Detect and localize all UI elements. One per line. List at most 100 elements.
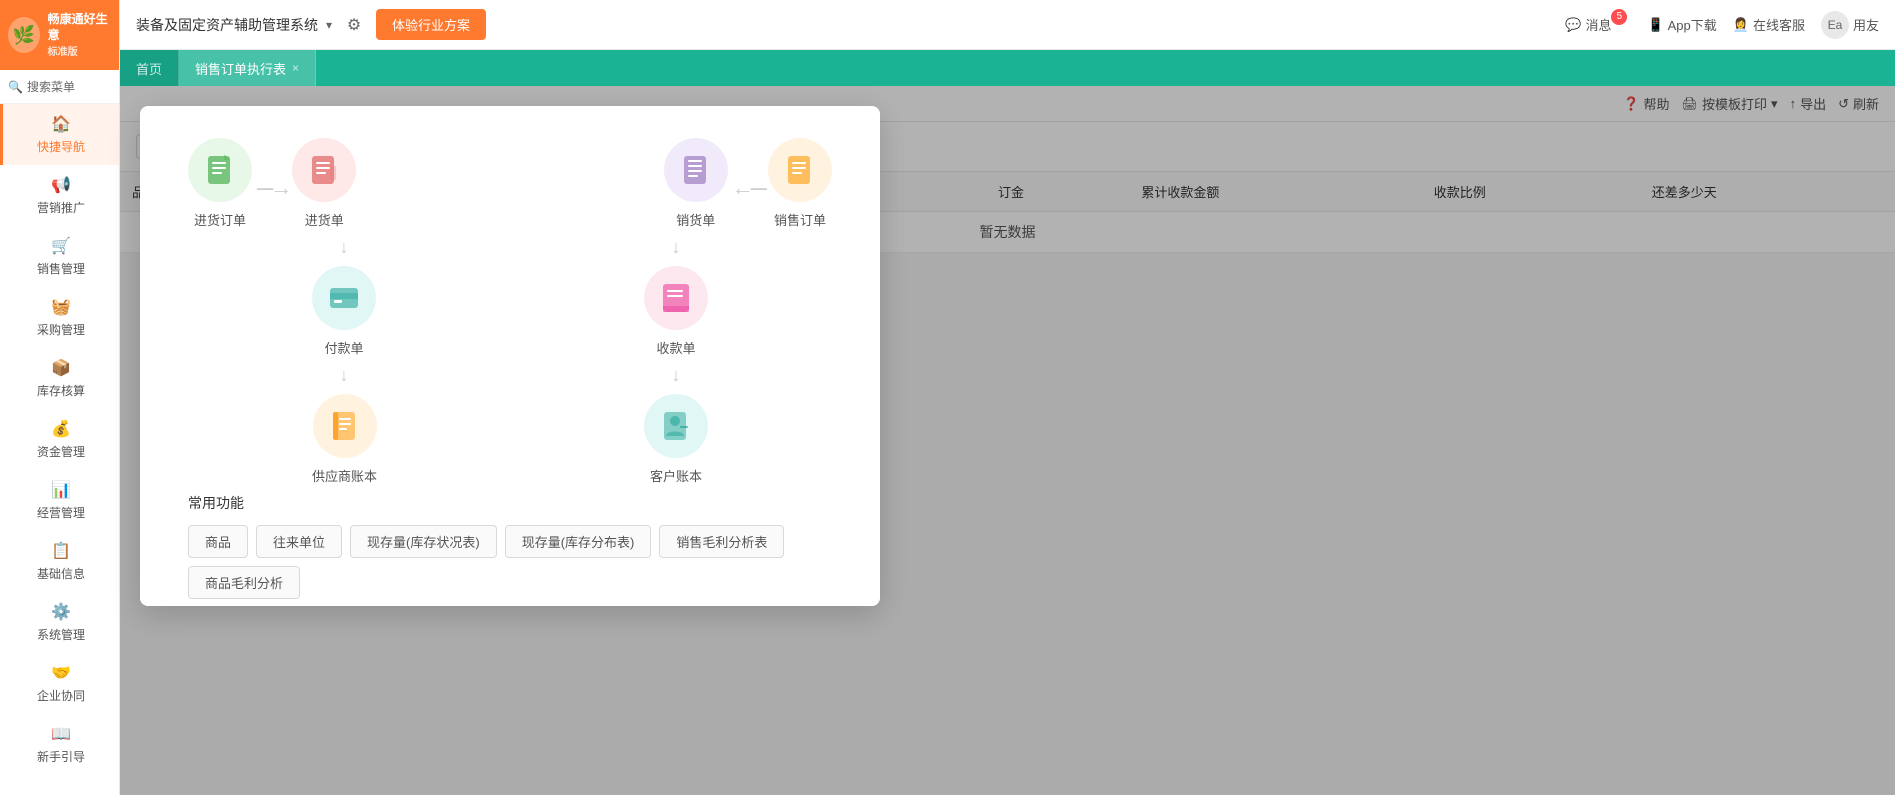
- flow-middle-row: 付款单 收款单: [188, 266, 832, 357]
- s3: [376, 365, 644, 386]
- s4: [708, 365, 768, 386]
- settings-gear-icon[interactable]: ⚙: [340, 11, 368, 39]
- sidebar-item-sales[interactable]: 🛒 销售管理: [0, 226, 119, 287]
- service-label: 在线客服: [1753, 15, 1805, 34]
- online-service-btn[interactable]: 👩‍💼 在线客服: [1733, 15, 1805, 34]
- basic-icon: 📋: [51, 541, 71, 561]
- topbar: 装备及固定资产辅助管理系统 ▾ ⚙ 体验行业方案 💬 消息 5 📱 App下载 …: [120, 0, 1895, 50]
- flow-item-sales-bill[interactable]: 销货单: [664, 138, 728, 229]
- flow-item-receipt[interactable]: 收款单: [644, 266, 708, 357]
- sidebar-item-enterprise[interactable]: 🤝 企业协同: [0, 653, 119, 714]
- enterprise-icon: 🤝: [51, 663, 71, 683]
- operation-icon: 📊: [51, 480, 71, 500]
- func-btn[interactable]: 商品毛利分析: [188, 566, 300, 599]
- func-buttons: 商品往来单位现存量(库存状况表)现存量(库存分布表)销售毛利分析表商品毛利分析: [188, 525, 832, 599]
- search-icon: 🔍: [8, 80, 23, 94]
- payment-label: 付款单: [324, 338, 363, 357]
- sidebar-item-label: 经营管理: [37, 504, 85, 521]
- download-icon: 📱: [1647, 17, 1663, 33]
- sidebar-item-inventory[interactable]: 📦 库存核算: [0, 348, 119, 409]
- tab-sales-order[interactable]: 销售订单执行表 ×: [179, 50, 316, 86]
- sales-bill-label: 销货单: [676, 210, 715, 229]
- sidebar-item-guide[interactable]: 📖 新手引导: [0, 714, 119, 775]
- down-arrow-sales: ↓: [644, 237, 708, 258]
- sidebar-nav: 🏠 快捷导航 📢 营销推广 🛒 销售管理 🧺 采购管理 📦 库存核算 💰 资金管…: [0, 104, 119, 795]
- spacer-arrow1: [252, 237, 312, 258]
- func-btn[interactable]: 销售毛利分析表: [659, 525, 784, 558]
- sidebar-item-label: 营销推广: [37, 199, 85, 216]
- sidebar-item-marketing[interactable]: 📢 营销推广: [0, 165, 119, 226]
- down-arrow-payment: ↓: [312, 365, 376, 386]
- service-icon: 👩‍💼: [1733, 17, 1749, 33]
- spacer3: [768, 237, 832, 258]
- flow-item-purchase-order[interactable]: 进货订单: [188, 138, 252, 229]
- sales-order-label: 销售订单: [774, 210, 826, 229]
- sidebar-item-label: 新手引导: [37, 748, 85, 765]
- guide-icon: 📖: [51, 724, 71, 744]
- supplier-ledger-circle: [313, 394, 377, 458]
- sales-order-circle: [768, 138, 832, 202]
- flow-down-arrows-row: ↓ ↓: [188, 237, 832, 258]
- flow-modal: 进货订单 - - -→ 进货单: [140, 106, 880, 606]
- topbar-dropdown-icon[interactable]: ▾: [326, 18, 332, 32]
- message-icon: 💬: [1565, 17, 1581, 33]
- func-btn[interactable]: 现存量(库存状况表): [350, 525, 497, 558]
- tab-home[interactable]: 首页: [120, 50, 179, 86]
- flow-item-purchase-bill[interactable]: 进货单: [292, 138, 356, 229]
- sidebar-item-system[interactable]: ⚙️ 系统管理: [0, 592, 119, 653]
- marketing-icon: 📢: [51, 175, 71, 195]
- payment-circle: [312, 266, 376, 330]
- flow-diagram-section: 进货订单 - - -→ 进货单: [188, 138, 832, 485]
- supplier-ledger-label: 供应商账本: [312, 466, 377, 485]
- down-arrow-receipt: ↓: [644, 365, 708, 386]
- avatar: Ea: [1821, 11, 1849, 39]
- tab-sales-order-label: 销售订单执行表: [195, 59, 286, 78]
- search-menu[interactable]: 🔍 搜索菜单: [0, 70, 119, 104]
- sidebar-item-operation[interactable]: 📊 经营管理: [0, 470, 119, 531]
- common-func-section: 常用功能 商品往来单位现存量(库存状况表)现存量(库存分布表)销售毛利分析表商品…: [188, 493, 832, 606]
- sales-bill-circle: [664, 138, 728, 202]
- flow-item-supplier-ledger[interactable]: 供应商账本: [312, 394, 377, 485]
- trial-btn[interactable]: 体验行业方案: [376, 9, 486, 40]
- logo-sub: 标准版: [48, 43, 111, 58]
- finance-icon: 💰: [51, 419, 71, 439]
- flow-item-customer-ledger[interactable]: 客户账本: [644, 394, 708, 485]
- receipt-label: 收款单: [656, 338, 695, 357]
- inventory-icon: 📦: [51, 358, 71, 378]
- flow-item-payment[interactable]: 付款单: [312, 266, 376, 357]
- sidebar-item-finance[interactable]: 💰 资金管理: [0, 409, 119, 470]
- sidebar-item-purchase[interactable]: 🧺 采购管理: [0, 287, 119, 348]
- down-arrow-purchase: ↓: [312, 237, 376, 258]
- sidebar-item-label: 库存核算: [37, 382, 85, 399]
- message-label: 消息: [1585, 15, 1611, 34]
- common-func-title: 常用功能: [188, 493, 832, 513]
- func-btn[interactable]: 现存量(库存分布表): [505, 525, 652, 558]
- app-download-label: App下载: [1668, 15, 1717, 34]
- message-btn[interactable]: 💬 消息 5: [1565, 15, 1631, 34]
- flow-top-row: 进货订单 - - -→ 进货单: [188, 138, 832, 229]
- sidebar-item-quick-nav[interactable]: 🏠 快捷导航: [0, 104, 119, 165]
- spacer1: [188, 237, 252, 258]
- message-badge: 5: [1611, 9, 1627, 25]
- tabbar: 首页 销售订单执行表 × ✕: [120, 50, 1895, 86]
- flow-item-sales-order[interactable]: 销售订单: [768, 138, 832, 229]
- search-menu-label: 搜索菜单: [27, 78, 75, 95]
- s2: [252, 365, 312, 386]
- spacer2: [376, 237, 644, 258]
- username-label: 用友: [1853, 15, 1879, 34]
- sidebar-item-label: 快捷导航: [37, 138, 85, 155]
- home-icon: 🏠: [51, 114, 71, 134]
- avatar-text: Ea: [1828, 18, 1843, 32]
- func-btn[interactable]: 往来单位: [256, 525, 342, 558]
- app-download-btn[interactable]: 📱 App下载: [1647, 15, 1716, 34]
- func-btn[interactable]: 商品: [188, 525, 248, 558]
- topbar-left: 装备及固定资产辅助管理系统 ▾ ⚙ 体验行业方案: [136, 9, 486, 40]
- user-info[interactable]: Ea 用友: [1821, 11, 1879, 39]
- purchase-order-circle: [188, 138, 252, 202]
- tab-close-icon[interactable]: ×: [292, 61, 299, 75]
- arrow-sales-order-to-bill: ←- - -: [728, 175, 768, 201]
- purchase-bill-circle: [292, 138, 356, 202]
- sidebar-item-basic[interactable]: 📋 基础信息: [0, 531, 119, 592]
- arrow-purchase-to-bill: - - -→: [252, 175, 292, 201]
- logo-text: 畅康通好生意: [48, 12, 111, 43]
